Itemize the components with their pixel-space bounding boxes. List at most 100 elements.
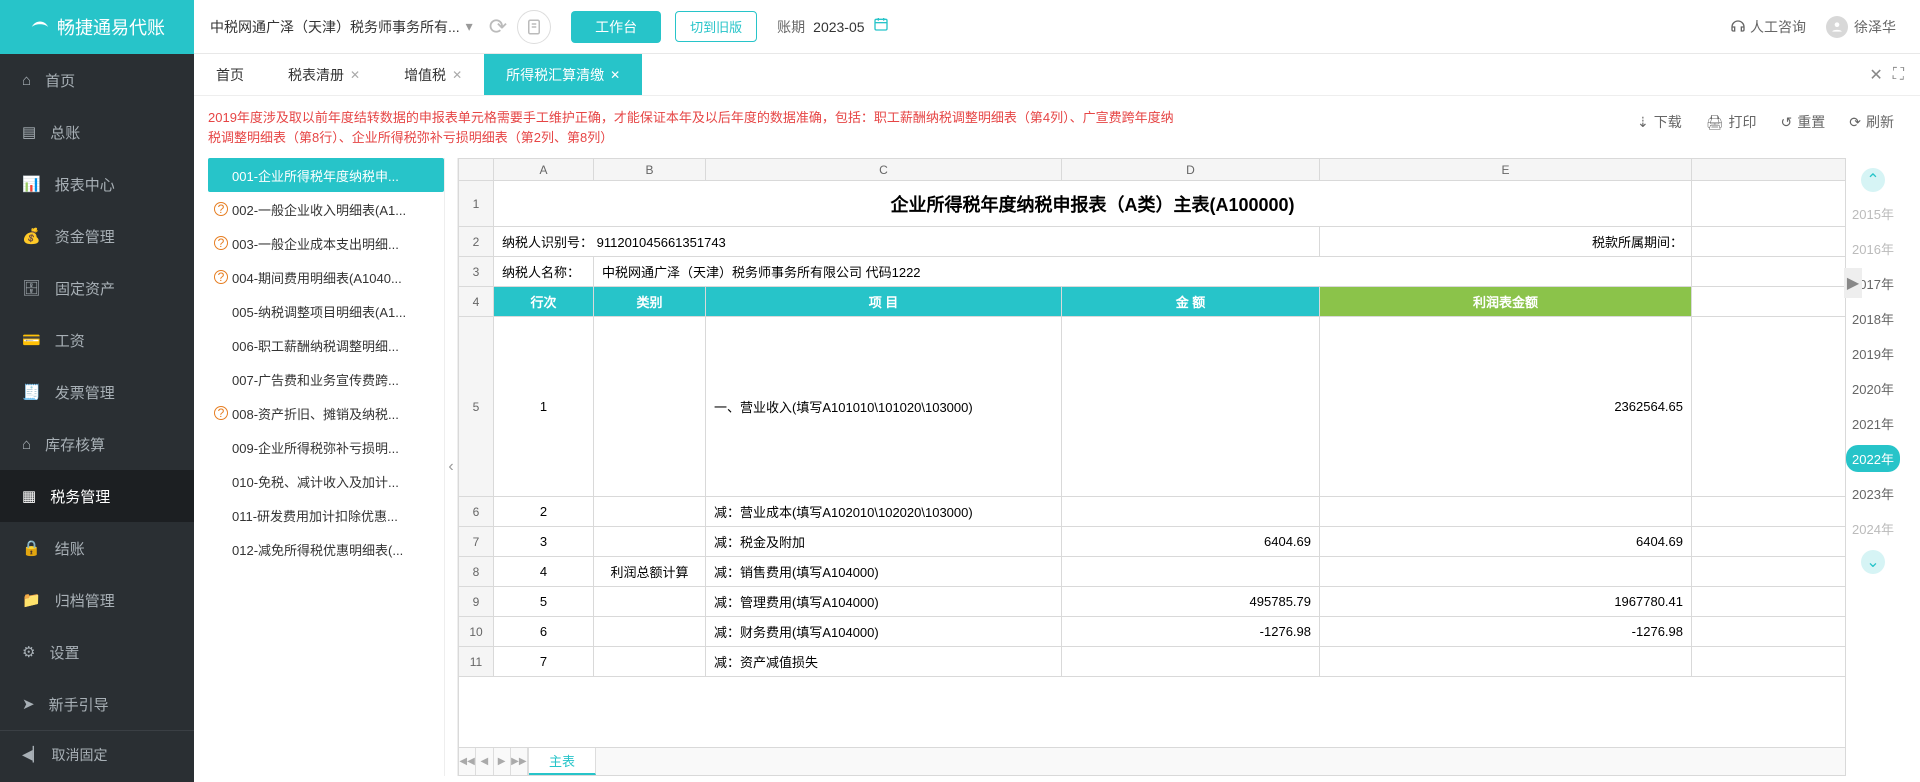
sidebar-item[interactable]: ⌂库存核算	[0, 418, 194, 470]
period-value[interactable]: 2023-05	[813, 19, 864, 35]
company-selector[interactable]: 中税网通广泽（天津）税务师事务所有...▾	[210, 17, 473, 37]
sidebar-item[interactable]: ⚙设置	[0, 626, 194, 678]
sheet-nav-next[interactable]: ▶	[494, 748, 511, 775]
print-button[interactable]: 🖨 打印	[1706, 112, 1757, 132]
switch-old-button[interactable]: 切到旧版	[675, 11, 757, 42]
tab[interactable]: 所得税汇算清缴✕	[484, 54, 642, 95]
sidebar-icon: ➤	[22, 695, 35, 713]
sidebar-icon: 💰	[22, 227, 41, 245]
page-tabs: 首页税表清册✕增值税✕所得税汇算清缴✕ ✕ ⛶	[194, 54, 1920, 96]
avatar-icon	[1826, 16, 1848, 38]
warning-text: 2019年度涉及取以前年度结转数据的申报表单元格需要手工维护正确，才能保证本年及…	[208, 108, 1178, 148]
sheet-nav-first[interactable]: ◀◀	[459, 748, 476, 775]
year-item[interactable]: 2022年	[1846, 445, 1900, 472]
sidebar-icon: 🗄	[22, 279, 41, 297]
form-list-item[interactable]: 001-企业所得税年度纳税申...	[208, 158, 444, 192]
tab-close-icon[interactable]: ✕	[610, 68, 620, 82]
col-header[interactable]: D	[1062, 159, 1320, 180]
tab-close-icon[interactable]: ✕	[452, 68, 462, 82]
sheet-tab[interactable]: 主表	[529, 748, 596, 775]
row-number[interactable]: 10	[459, 617, 494, 646]
col-header[interactable]: E	[1320, 159, 1692, 180]
form-list-item[interactable]: ?004-期间费用明细表(A1040...	[208, 260, 444, 294]
sidebar-icon: ⚙	[22, 643, 35, 661]
sidebar-icon: ⌂	[22, 72, 31, 89]
year-item[interactable]: 2021年	[1846, 410, 1900, 437]
sidebar-item[interactable]: ▦税务管理	[0, 470, 194, 522]
tab[interactable]: 增值税✕	[382, 54, 484, 95]
year-item[interactable]: 2023年	[1846, 480, 1900, 507]
tab[interactable]: 首页	[194, 54, 266, 95]
close-tab-icon[interactable]: ✕	[1869, 65, 1882, 85]
sidebar-icon: 📊	[22, 175, 41, 193]
download-button[interactable]: ⇣ 下载	[1637, 112, 1682, 132]
sidebar-item[interactable]: 📁归档管理	[0, 574, 194, 626]
calendar-icon[interactable]	[873, 16, 889, 37]
warn-icon: ?	[214, 406, 228, 420]
sidebar-item[interactable]: 🗄固定资产	[0, 262, 194, 314]
sidebar-item[interactable]: 🧾发票管理	[0, 366, 194, 418]
form-list-item[interactable]: 007-广告费和业务宣传费跨...	[208, 362, 444, 396]
row-number[interactable]: 7	[459, 527, 494, 556]
sheet-corner	[459, 159, 494, 180]
sidebar-item[interactable]: ➤新手引导	[0, 678, 194, 730]
warn-icon: ?	[214, 202, 228, 216]
form-list-item[interactable]: ?003-一般企业成本支出明细...	[208, 226, 444, 260]
fullscreen-icon[interactable]: ⛶	[1893, 66, 1904, 84]
row-number[interactable]: 5	[459, 317, 494, 496]
form-list-item[interactable]: ?002-一般企业收入明细表(A1...	[208, 192, 444, 226]
sidebar-icon: 🧾	[22, 383, 41, 401]
row-number[interactable]: 11	[459, 647, 494, 676]
consult-link[interactable]: 人工咨询	[1730, 17, 1806, 37]
sidebar-item[interactable]: ⌂首页	[0, 54, 194, 106]
year-item[interactable]: 2020年	[1846, 375, 1900, 402]
refresh-company-icon[interactable]: ⟳	[489, 14, 507, 40]
scroll-up-icon[interactable]: ⌃	[1861, 168, 1885, 192]
tab[interactable]: 税表清册✕	[266, 54, 382, 95]
sidebar-icon: 💳	[22, 331, 41, 349]
col-header[interactable]: A	[494, 159, 594, 180]
row-number[interactable]: 8	[459, 557, 494, 586]
refresh-button[interactable]: ⟳ 刷新	[1849, 112, 1894, 132]
sidebar-icon: ▦	[22, 487, 36, 505]
unfix-button[interactable]: ◀▏取消固定	[0, 730, 194, 778]
sidebar-icon: ▤	[22, 123, 36, 141]
scroll-down-icon[interactable]: ⌄	[1861, 550, 1885, 574]
form-list-item[interactable]: 010-免税、减计收入及加计...	[208, 464, 444, 498]
row-number[interactable]: 3	[459, 257, 494, 286]
col-header[interactable]: C	[706, 159, 1062, 180]
sheet-nav-last[interactable]: ▶▶	[511, 748, 528, 775]
reset-button[interactable]: ↺ 重置	[1781, 112, 1826, 132]
row-number[interactable]: 9	[459, 587, 494, 616]
year-item[interactable]: 2019年	[1846, 340, 1900, 367]
row-number[interactable]: 2	[459, 227, 494, 256]
sidebar-item[interactable]: ▤总账	[0, 106, 194, 158]
sidebar-item[interactable]: 🔒结账	[0, 522, 194, 574]
sidebar-item[interactable]: 📊报表中心	[0, 158, 194, 210]
warn-icon: ?	[214, 270, 228, 284]
sheet-nav-prev[interactable]: ◀	[476, 748, 493, 775]
sidebar-item[interactable]: 💳工资	[0, 314, 194, 366]
year-panel: ⌃ 2015年2016年2017年2018年2019年2020年2021年202…	[1846, 158, 1900, 776]
form-list-item[interactable]: ?008-资产折旧、摊销及纳税...	[208, 396, 444, 430]
year-item[interactable]: 2018年	[1846, 305, 1900, 332]
year-item: 2016年	[1846, 235, 1900, 262]
tab-close-icon[interactable]: ✕	[350, 68, 360, 82]
sheet-scroll-right[interactable]: ▶	[1844, 268, 1862, 298]
form-list-item[interactable]: 011-研发费用加计扣除优惠...	[208, 498, 444, 532]
workbench-button[interactable]: 工作台	[571, 11, 661, 43]
sidebar-item[interactable]: 💰资金管理	[0, 210, 194, 262]
col-header[interactable]: B	[594, 159, 706, 180]
user-menu[interactable]: 徐泽华	[1826, 16, 1896, 38]
form-list-item[interactable]: 006-职工薪酬纳税调整明细...	[208, 328, 444, 362]
period-label: 账期	[777, 17, 805, 37]
form-list-item[interactable]: 009-企业所得税弥补亏损明...	[208, 430, 444, 464]
row-number[interactable]: 1	[459, 181, 494, 226]
sidebar: ⌂首页▤总账📊报表中心💰资金管理🗄固定资产💳工资🧾发票管理⌂库存核算▦税务管理🔒…	[0, 54, 194, 782]
form-list-item[interactable]: 012-减免所得税优惠明细表(...	[208, 532, 444, 566]
row-number[interactable]: 6	[459, 497, 494, 526]
row-number[interactable]: 4	[459, 287, 494, 316]
form-list-item[interactable]: 005-纳税调整项目明细表(A1...	[208, 294, 444, 328]
doc-icon[interactable]	[517, 10, 551, 44]
collapse-handle[interactable]: ‹	[444, 158, 458, 776]
